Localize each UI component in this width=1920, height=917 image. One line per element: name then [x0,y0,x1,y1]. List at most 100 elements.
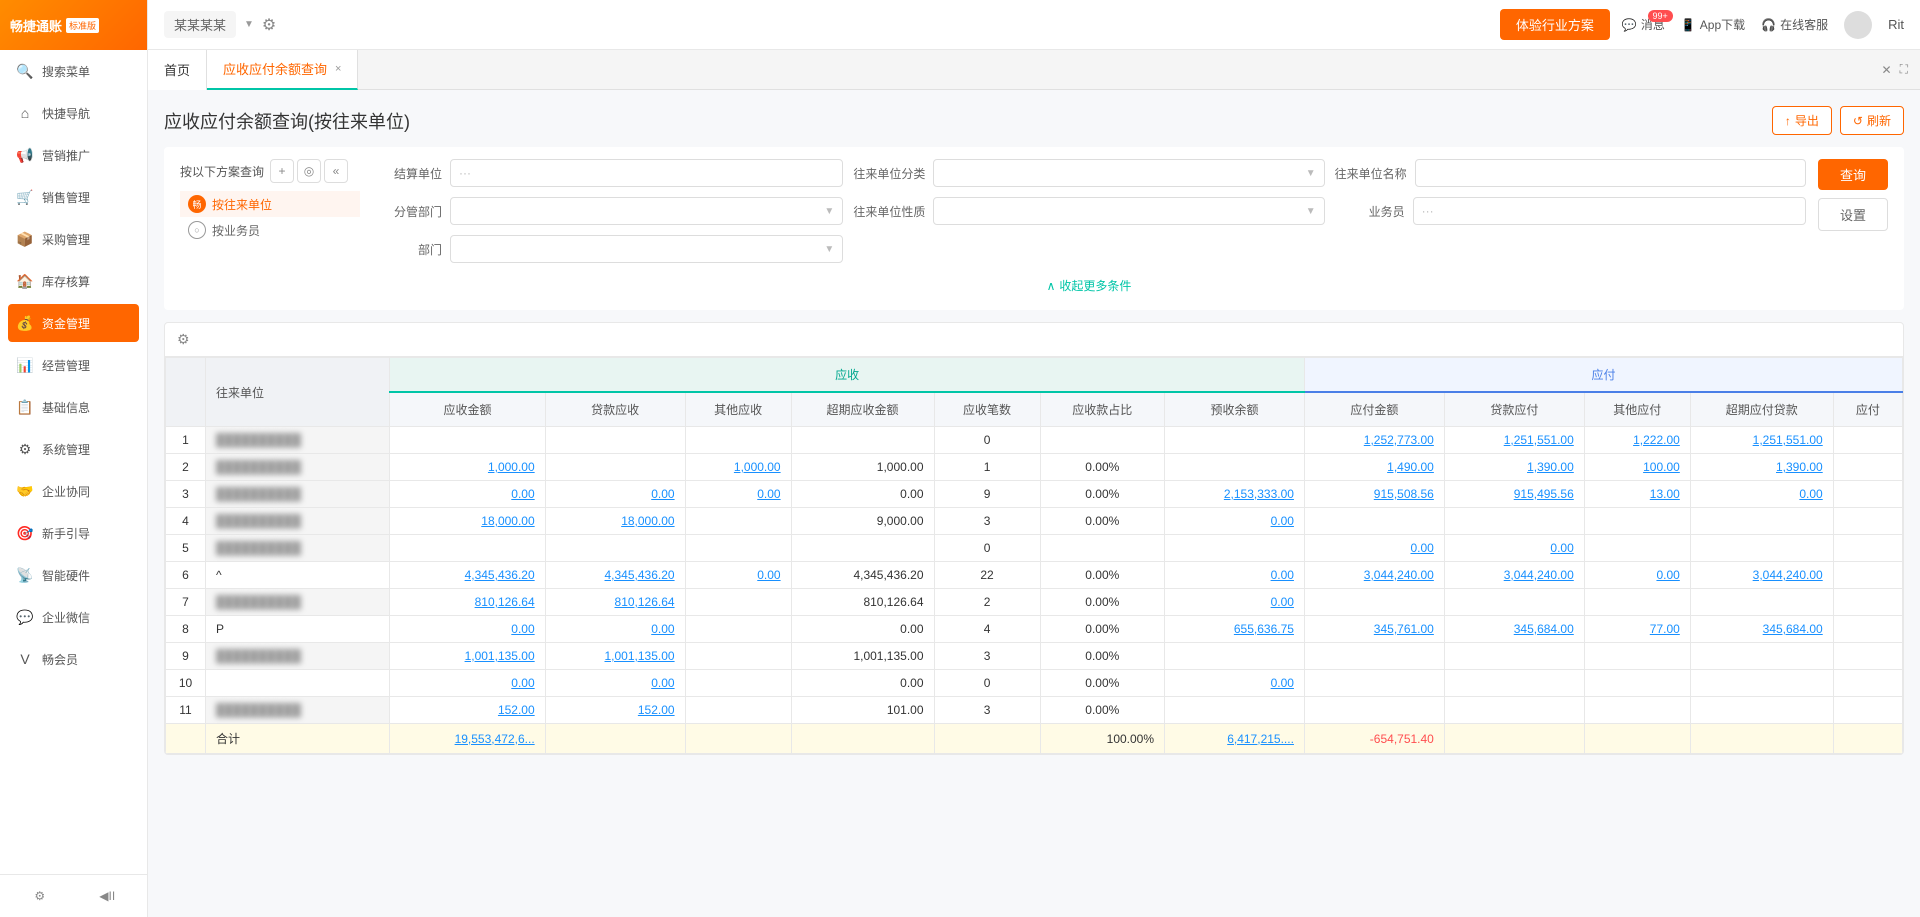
data-table-container: ⚙ 往来单位 应收 应付 应收金额 [164,322,1904,755]
footer-ap-rest [1833,724,1902,754]
filter-field-settlement: 结算单位 ··· [372,159,843,187]
finance-icon: 💰 [16,314,34,332]
filter-field-staff: 业务员 ··· [1335,197,1806,225]
chevron-down-icon: ▼ [244,19,254,30]
field-label-unit-nature: 往来单位性质 [853,203,925,220]
app-download-button[interactable]: 📱 App下载 [1681,16,1745,33]
filter-target-btn[interactable]: ◎ [297,159,321,183]
unit-name-input[interactable] [1415,159,1806,187]
message-button[interactable]: 💬 消息 99+ [1622,16,1665,33]
sidebar-item-search[interactable]: 🔍 搜索菜单 [0,50,147,92]
field-label-dept: 分管部门 [372,203,442,220]
filter-section: 按以下方案查询 + ◎ « 畅 按往来单位 ○ [164,147,1904,310]
sidebar-item-operations[interactable]: 📊 经营管理 [0,344,147,386]
footer-ar-other [685,724,791,754]
th-ar-amount: 应收金额 [390,392,545,427]
sidebar-item-purchase[interactable]: 📦 采购管理 [0,218,147,260]
search-icon: 🔍 [16,62,34,80]
field-label-staff: 业务员 [1335,203,1405,220]
footer-ar-overdue [791,724,934,754]
company-selector[interactable]: 某某某某 [164,11,236,38]
th-ar-other: 其他应收 [685,392,791,427]
settlement-input[interactable]: ··· [450,159,843,187]
tab-home[interactable]: 首页 [148,50,207,90]
staff-input[interactable]: ··· [1413,197,1806,225]
filter-collapse-btn[interactable]: « [324,159,348,183]
sidebar-item-nav[interactable]: ⌂ 快捷导航 [0,92,147,134]
sidebar-item-system[interactable]: ⚙ 系统管理 [0,428,147,470]
export-button[interactable]: ↑ 导出 [1772,106,1832,135]
footer-ar-loan [545,724,685,754]
footer-ar-ratio: 100.00% [1040,724,1164,754]
sidebar-item-label: 新手引导 [42,525,90,542]
app-edition: 标准版 [66,18,99,33]
footer-ar-prepay[interactable]: 6,417,215.... [1165,724,1305,754]
sidebar-item-marketing[interactable]: 📢 营销推广 [0,134,147,176]
unit-nature-select[interactable]: ▼ [933,197,1324,225]
sidebar-item-hardware[interactable]: 📡 智能硬件 [0,554,147,596]
footer-ar-count [934,724,1040,754]
sidebar-item-inventory[interactable]: 🏠 库存核算 [0,260,147,302]
query-buttons: 查询 设置 [1818,159,1888,298]
th-ap-amount: 应付金额 [1304,392,1444,427]
table-cell-name: ^ [206,562,390,589]
inventory-icon: 🏠 [16,272,34,290]
table-row: 11██████████152.00152.00101.0030.00% [166,697,1903,724]
th-ap-other: 其他应付 [1584,392,1690,427]
sidebar-item-label: 快捷导航 [42,105,90,122]
sidebar-item-sales[interactable]: 🛒 销售管理 [0,176,147,218]
chevron-down-icon: ▼ [1306,168,1316,179]
topbar-right: 💬 消息 99+ 📱 App下载 🎧 在线客服 Rit [1622,11,1904,39]
scheme-item-by-unit[interactable]: 畅 按往来单位 [180,191,360,217]
sidebar-item-wechat[interactable]: 💬 企业微信 [0,596,147,638]
table-row: 100.000.000.0000.00%0.00 [166,670,1903,697]
sidebar-item-basic-info[interactable]: 📋 基础信息 [0,386,147,428]
table-body: 1██████████01,252,773.001,251,551.001,22… [166,427,1903,724]
tab-close-window-icon[interactable]: ✕ [1882,63,1892,77]
footer-ap-amount: -654,751.40 [1304,724,1444,754]
category-select[interactable]: ▼ [933,159,1324,187]
sidebar-collapse-btn[interactable]: ◀II [76,883,140,909]
sidebar-item-member[interactable]: V 畅会员 [0,638,147,680]
scheme-item-by-staff[interactable]: ○ 按业务员 [180,217,360,243]
user-avatar[interactable] [1844,11,1872,39]
tab-ar-query[interactable]: 应收应付余额查询 × [207,50,358,90]
th-ar-ratio: 应收款占比 [1040,392,1164,427]
setting-button[interactable]: 设置 [1818,198,1888,231]
sidebar-item-finance[interactable]: 💰 资金管理 [8,304,139,342]
refresh-button[interactable]: ↺ 刷新 [1840,106,1904,135]
sales-icon: 🛒 [16,188,34,206]
collapse-icon: ∧ [1047,279,1056,293]
page-actions: ↑ 导出 ↺ 刷新 [1772,106,1904,135]
table-settings-icon[interactable]: ⚙ [177,331,190,348]
footer-ap-overdue [1690,724,1833,754]
sidebar-item-label: 采购管理 [42,231,90,248]
query-button[interactable]: 查询 [1818,159,1888,190]
dept-select[interactable]: ▼ [450,197,843,225]
table-row: 7██████████810,126.64810,126.64810,126.6… [166,589,1903,616]
tab-close-icon[interactable]: × [335,63,341,75]
th-num [166,358,206,427]
trial-button[interactable]: 体验行业方案 [1500,9,1610,40]
th-ap-loan: 贷款应付 [1444,392,1584,427]
sidebar-settings-btn[interactable]: ⚙ [8,883,72,909]
scheme-label-staff: 按业务员 [212,222,260,239]
filter-collapse-btn[interactable]: ∧ 收起更多条件 [372,273,1806,298]
footer-ar-amount[interactable]: 19,553,472,6... [390,724,545,754]
sidebar-item-collaboration[interactable]: 🤝 企业协同 [0,470,147,512]
filter-fields-panel: 结算单位 ··· 往来单位分类 ▼ [372,159,1806,298]
th-unit: 往来单位 [206,358,390,427]
online-service-button[interactable]: 🎧 在线客服 [1761,16,1828,33]
department-select[interactable]: ▼ [450,235,843,263]
th-ar-prepay: 预收余额 [1165,392,1305,427]
basicinfo-icon: 📋 [16,398,34,416]
table-scroll[interactable]: 往来单位 应收 应付 应收金额 贷款应收 其他应收 超期应收金额 应收笔数 应收… [165,357,1903,754]
tab-maximize-icon[interactable]: ⛶ [1900,62,1908,77]
th-ar-count: 应收笔数 [934,392,1040,427]
table-cell-name: P [206,616,390,643]
sidebar-item-label: 基础信息 [42,399,90,416]
th-ap-group: 应付 [1304,358,1902,393]
settings-gear-icon[interactable]: ⚙ [262,15,276,35]
sidebar-item-guide[interactable]: 🎯 新手引导 [0,512,147,554]
filter-add-btn[interactable]: + [270,159,294,183]
